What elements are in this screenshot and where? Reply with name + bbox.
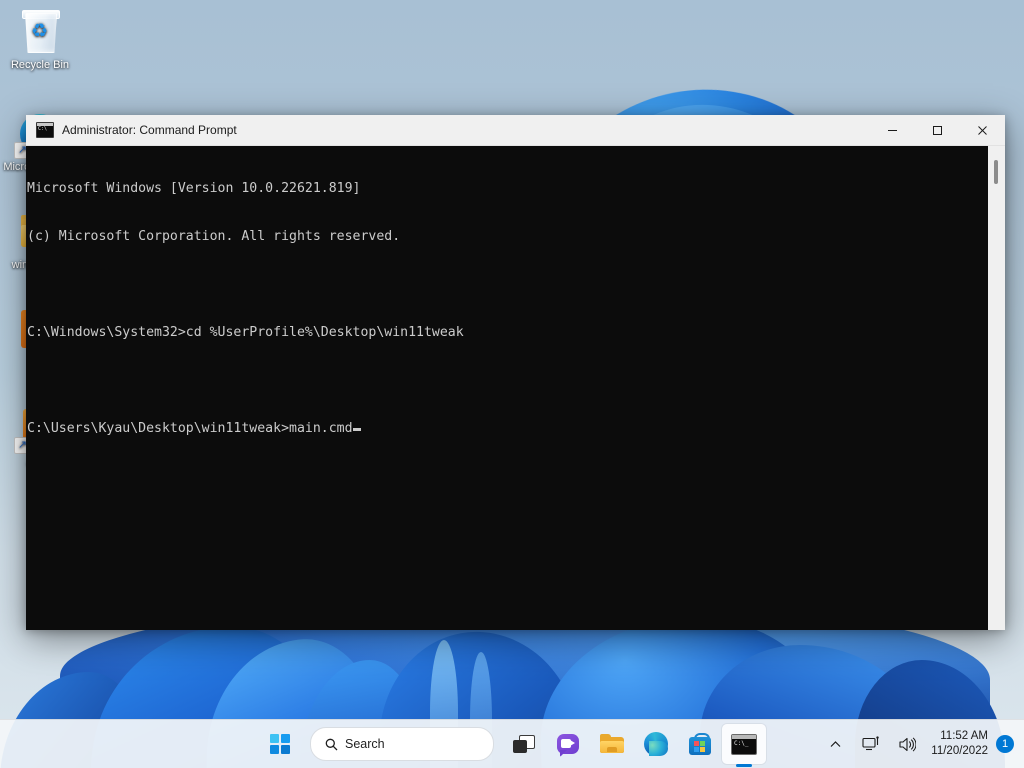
console-line: (c) Microsoft Corporation. All rights re… [27, 229, 401, 244]
taskbar-item-microsoft-store[interactable] [678, 724, 722, 764]
console-line: Microsoft Windows [Version 10.0.22621.81… [27, 181, 361, 196]
console-icon [36, 122, 54, 138]
console-line: C:\Windows\System32>cd %UserProfile%\Des… [27, 325, 464, 340]
taskbar-item-microsoft-edge[interactable] [634, 724, 678, 764]
window-controls [870, 115, 1005, 145]
chat-icon [557, 734, 579, 757]
tray-date: 11/20/2022 [931, 745, 988, 757]
recycle-bin-icon: ♻ [16, 8, 64, 56]
taskbar-item-chat[interactable] [546, 724, 590, 764]
notification-badge[interactable]: 1 [996, 735, 1014, 753]
console-scrollbar[interactable] [988, 146, 1005, 630]
taskbar-item-task-view[interactable] [502, 724, 546, 764]
network-button[interactable] [853, 727, 889, 761]
window-title: Administrator: Command Prompt [62, 123, 237, 137]
close-button[interactable] [960, 115, 1005, 145]
clock-button[interactable]: 11:52 AM 11/20/2022 [925, 724, 996, 764]
console-icon [731, 733, 757, 755]
console-output[interactable]: Microsoft Windows [Version 10.0.22621.81… [26, 146, 988, 630]
speaker-icon [899, 737, 916, 751]
taskbar-center-group: Search [258, 720, 766, 768]
volume-button[interactable] [889, 727, 925, 761]
desktop-icon-recycle-bin[interactable]: ♻ Recycle Bin [2, 8, 78, 72]
windows-logo-icon [270, 734, 290, 754]
search-box[interactable]: Search [310, 727, 494, 761]
store-icon [689, 733, 711, 755]
console-prompt-text: C:\Users\Kyau\Desktop\win11tweak>main.cm… [27, 421, 353, 436]
task-view-icon [513, 735, 535, 753]
maximize-button[interactable] [915, 115, 960, 145]
console-scroll-thumb[interactable] [994, 160, 998, 184]
taskbar-item-file-explorer[interactable] [590, 724, 634, 764]
chevron-up-icon [830, 740, 841, 747]
minimize-button[interactable] [870, 115, 915, 145]
network-icon [862, 736, 879, 751]
tray-time: 11:52 AM [940, 730, 988, 742]
desktop-icon-label: Recycle Bin [10, 59, 70, 71]
show-hidden-icons-button[interactable] [817, 727, 853, 761]
folder-icon [600, 734, 624, 754]
system-tray: 11:52 AM 11/20/2022 1 [817, 720, 1024, 768]
start-button[interactable] [258, 724, 302, 764]
desktop-screen: ♻ Recycle Bin ↗ Microsoft Edge win11twea… [0, 0, 1024, 768]
console-caret [352, 428, 361, 431]
console-prompt-line: C:\Users\Kyau\Desktop\win11tweak>main.cm… [27, 421, 988, 437]
command-prompt-window[interactable]: Administrator: Command Prompt Microsoft … [26, 115, 1005, 630]
active-app-indicator [736, 764, 752, 767]
taskbar-item-command-prompt[interactable] [722, 724, 766, 767]
search-icon [325, 738, 338, 750]
taskbar: Search C:\_ 11:52 AM 11/20/2022 1 [0, 719, 1024, 768]
edge-icon [644, 732, 668, 756]
console-body[interactable]: Microsoft Windows [Version 10.0.22621.81… [26, 146, 1005, 630]
window-titlebar[interactable]: Administrator: Command Prompt [26, 115, 1005, 146]
search-label: Search [345, 737, 385, 751]
